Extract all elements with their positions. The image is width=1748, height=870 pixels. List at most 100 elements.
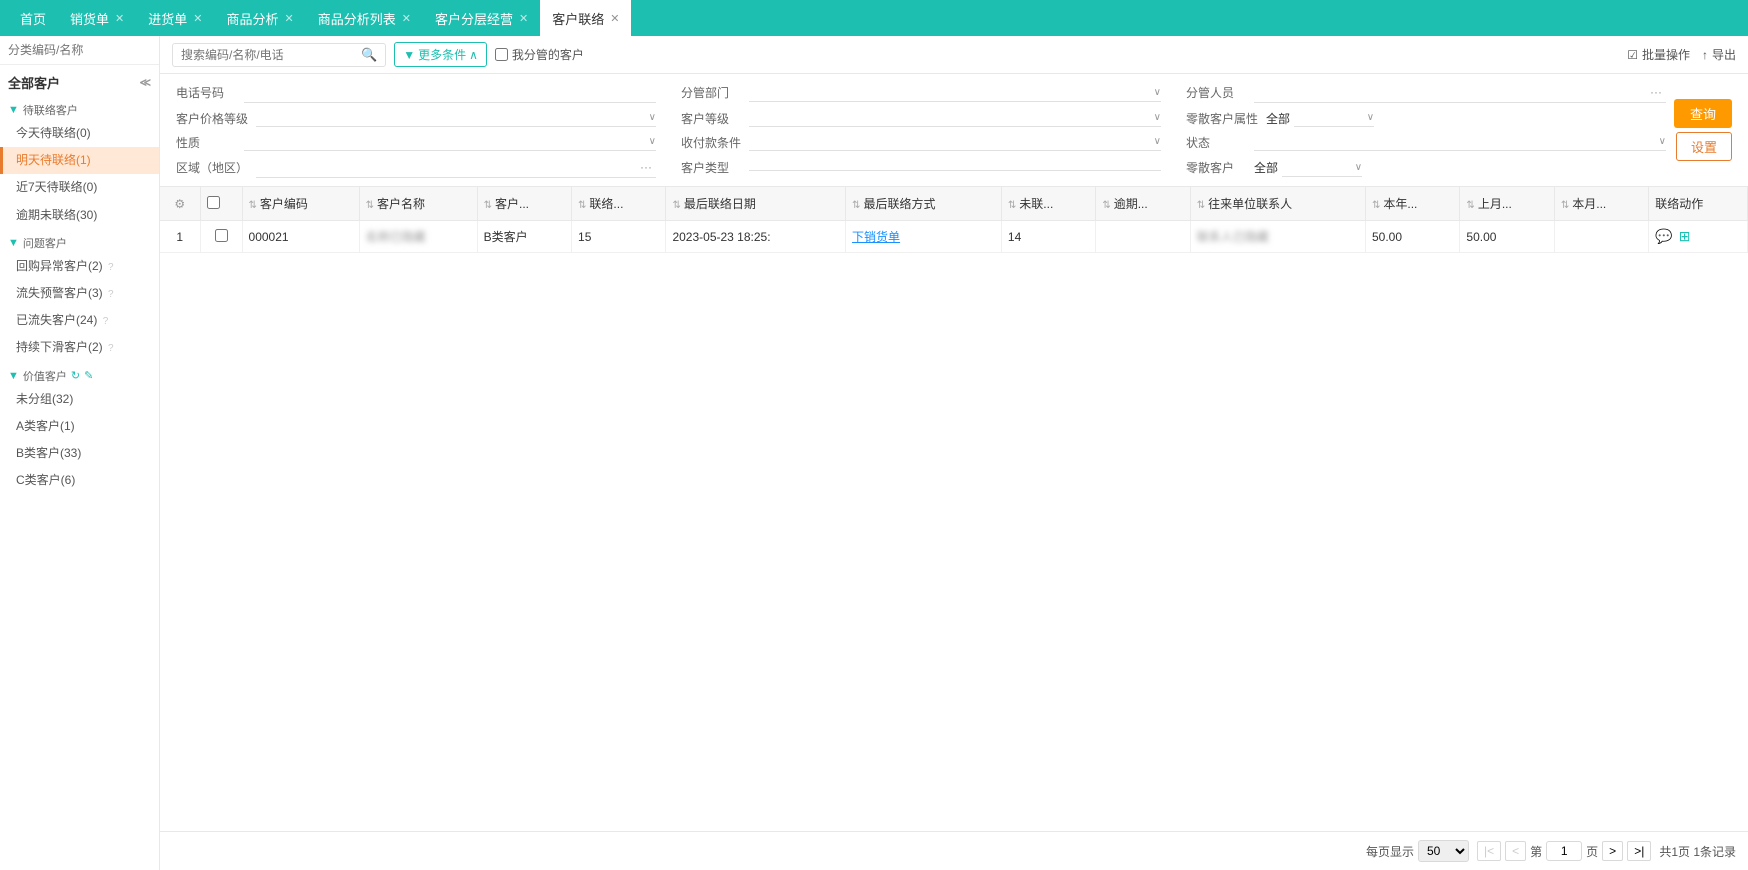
my-customers-checkbox-label[interactable]: 我分管的客户 (495, 46, 584, 63)
nav-goods-analysis-close-icon[interactable]: ✕ (285, 12, 294, 25)
filter-select-customer-type[interactable] (749, 164, 1161, 171)
sidebar-collapse-icon[interactable]: ≪ (139, 76, 151, 89)
message-action-icon[interactable]: 💬 (1655, 228, 1672, 245)
data-table-container: ⚙ 客户编码 客户名称 客户... 联络... 最后联络日期 最后联络方式 未联… (160, 187, 1748, 831)
nav-purchase[interactable]: 进货单 ✕ (136, 0, 214, 36)
nav-customer-contact-close-icon[interactable]: ✕ (610, 12, 619, 25)
more-filter-button[interactable]: ▼ 更多条件 ∧ (394, 42, 487, 67)
col-header-not-contacted[interactable]: 未联... (1001, 187, 1095, 221)
nav-goods-analysis-table[interactable]: 商品分析列表 ✕ (306, 0, 423, 36)
sidebar-item-lost[interactable]: 已流失客户(24) ? (0, 307, 159, 334)
cell-name: 名称已隐藏 (359, 221, 477, 253)
sidebar-item-week[interactable]: 近7天待联络(0) (0, 174, 159, 201)
filter-cell-customer-level[interactable]: 客户等级 ∨ (681, 109, 1161, 127)
query-button[interactable]: 查询 (1674, 99, 1732, 128)
sidebar-item-overdue[interactable]: 逾期未联络(30) (0, 202, 159, 229)
filter-select-customer-level[interactable]: ∨ (749, 109, 1161, 127)
col-header-code[interactable]: 客户编码 (242, 187, 359, 221)
settings-button[interactable]: 设置 (1676, 132, 1732, 161)
select-all-checkbox[interactable] (207, 196, 220, 209)
nav-goods-analysis-table-label: 商品分析列表 (318, 9, 396, 28)
last-contact-method-link[interactable]: 下销货单 (852, 230, 900, 244)
filter-select-payment[interactable]: ∨ (749, 133, 1161, 151)
nav-sales-close-icon[interactable]: ✕ (115, 12, 124, 25)
filter-label-nature: 性质 (176, 134, 236, 151)
main-search-icon[interactable]: 🔍 (361, 47, 377, 63)
filter-cell-payment[interactable]: 收付款条件 ∨ (681, 133, 1161, 151)
value-group-edit-icon[interactable]: ✎ (84, 369, 93, 382)
sidebar-item-declining[interactable]: 持续下滑客户(2) ? (0, 334, 159, 361)
nav-home[interactable]: 首页 (8, 0, 58, 36)
filter-select-status[interactable]: ∨ (1254, 133, 1666, 151)
filter-cell-status[interactable]: 状态 ∨ (1186, 133, 1666, 151)
nav-customer-segmentation[interactable]: 客户分层经营 ✕ (423, 0, 540, 36)
sidebar-search-input[interactable] (8, 43, 160, 57)
filter-manager-dots[interactable]: ··· (1646, 85, 1666, 99)
col-header-name[interactable]: 客户名称 (359, 187, 477, 221)
nav-customer-contact[interactable]: 客户联络 ✕ (540, 0, 631, 36)
row-checkbox[interactable] (215, 229, 228, 242)
pagination-nav: |< < 第 页 > >| (1477, 841, 1651, 861)
sidebar-item-repurchase-abnormal[interactable]: 回购异常客户(2) ? (0, 253, 159, 280)
nav-sales[interactable]: 销货单 ✕ (58, 0, 136, 36)
pagination-last-button[interactable]: >| (1627, 841, 1651, 861)
nav-customer-segmentation-close-icon[interactable]: ✕ (519, 12, 528, 25)
sidebar-item-class-c[interactable]: C类客户(6) (0, 467, 159, 494)
nav-purchase-close-icon[interactable]: ✕ (193, 12, 202, 25)
more-filter-label: 更多条件 (418, 46, 466, 63)
filter-row-4: 区域（地区） ··· 客户类型 (176, 157, 1666, 178)
filter-cell-price-level[interactable]: 客户价格等级 ∨ (176, 109, 656, 127)
col-header-type[interactable]: 客户... (477, 187, 571, 221)
nav-goods-analysis-table-close-icon[interactable]: ✕ (402, 12, 411, 25)
filter-cell-dept[interactable]: 分管部门 ∨ (681, 84, 1161, 102)
declining-help-icon[interactable]: ? (108, 343, 114, 354)
filter-select-dept[interactable]: ∨ (749, 84, 1161, 102)
pagination-prev-button[interactable]: < (1505, 841, 1526, 861)
repurchase-abnormal-help-icon[interactable]: ? (108, 262, 114, 273)
col-header-last-contact-date[interactable]: 最后联络日期 (666, 187, 846, 221)
filter-input-phone[interactable] (244, 82, 656, 103)
filter-customer-level-chevron-icon: ∨ (1154, 112, 1161, 123)
lost-potential-help-icon[interactable]: ? (108, 289, 114, 300)
col-header-contact-person[interactable]: 往来单位联系人 (1190, 187, 1365, 221)
sidebar-item-class-b[interactable]: B类客户(33) (0, 440, 159, 467)
settings-icon[interactable]: ⚙ (174, 197, 185, 211)
pagination-next-button[interactable]: > (1602, 841, 1623, 861)
per-page-select[interactable]: 10 20 50 100 (1418, 840, 1469, 862)
sidebar-item-today[interactable]: 今天待联络(0) (0, 120, 159, 147)
nav-goods-analysis[interactable]: 商品分析 ✕ (214, 0, 305, 36)
col-header-checkbox (200, 187, 242, 221)
batch-ops-button[interactable]: ☑ 批量操作 (1627, 46, 1690, 63)
pagination-first-button[interactable]: |< (1477, 841, 1501, 861)
col-header-actions: 联络动作 (1649, 187, 1748, 221)
filter-select-retail[interactable]: ∨ (1282, 159, 1362, 177)
sidebar-item-tomorrow[interactable]: 明天待联络(1) (0, 147, 159, 174)
col-header-contact[interactable]: 联络... (572, 187, 666, 221)
filter-select-price-level[interactable]: ∨ (256, 109, 656, 127)
main-search-input[interactable] (181, 48, 361, 62)
export-icon: ↑ (1702, 48, 1708, 62)
filter-row-1: 电话号码 分管部门 ∨ 分管人员 (176, 82, 1666, 103)
filter-cell-nature[interactable]: 性质 ∨ (176, 133, 656, 151)
col-header-current-year[interactable]: 本年... (1366, 187, 1460, 221)
lost-help-icon[interactable]: ? (103, 316, 109, 327)
sidebar-item-class-a[interactable]: A类客户(1) (0, 413, 159, 440)
my-customers-checkbox[interactable] (495, 48, 508, 61)
filter-region-dots[interactable]: ··· (636, 160, 656, 174)
col-header-last-contact-method[interactable]: 最后联络方式 (846, 187, 1002, 221)
filter-select-nature[interactable]: ∨ (244, 133, 656, 151)
value-group-refresh-icon[interactable]: ↻ (71, 369, 80, 382)
qr-action-icon[interactable]: ⊞ (1679, 228, 1691, 245)
col-header-overdue[interactable]: 逾期... (1096, 187, 1190, 221)
filter-cell-customer-type[interactable]: 客户类型 (681, 159, 1161, 176)
col-header-last-month[interactable]: 上月... (1460, 187, 1554, 221)
col-header-settings: ⚙ (160, 187, 200, 221)
sidebar-item-lost-potential[interactable]: 流失预警客户(3) ? (0, 280, 159, 307)
page-input[interactable] (1546, 841, 1582, 861)
export-button[interactable]: ↑ 导出 (1702, 46, 1736, 63)
sidebar: 🔍 全部客户 ≪ ▼ 待联络客户 今天待联络(0) 明天待联络(1) 近7天待联… (0, 36, 160, 870)
col-header-current-month[interactable]: 本月... (1554, 187, 1648, 221)
filter-select-customer-attr[interactable]: ∨ (1294, 109, 1374, 127)
sidebar-item-ungrouped[interactable]: 未分组(32) (0, 386, 159, 413)
sidebar-group-pending-contact: ▼ 待联络客户 (0, 96, 159, 120)
